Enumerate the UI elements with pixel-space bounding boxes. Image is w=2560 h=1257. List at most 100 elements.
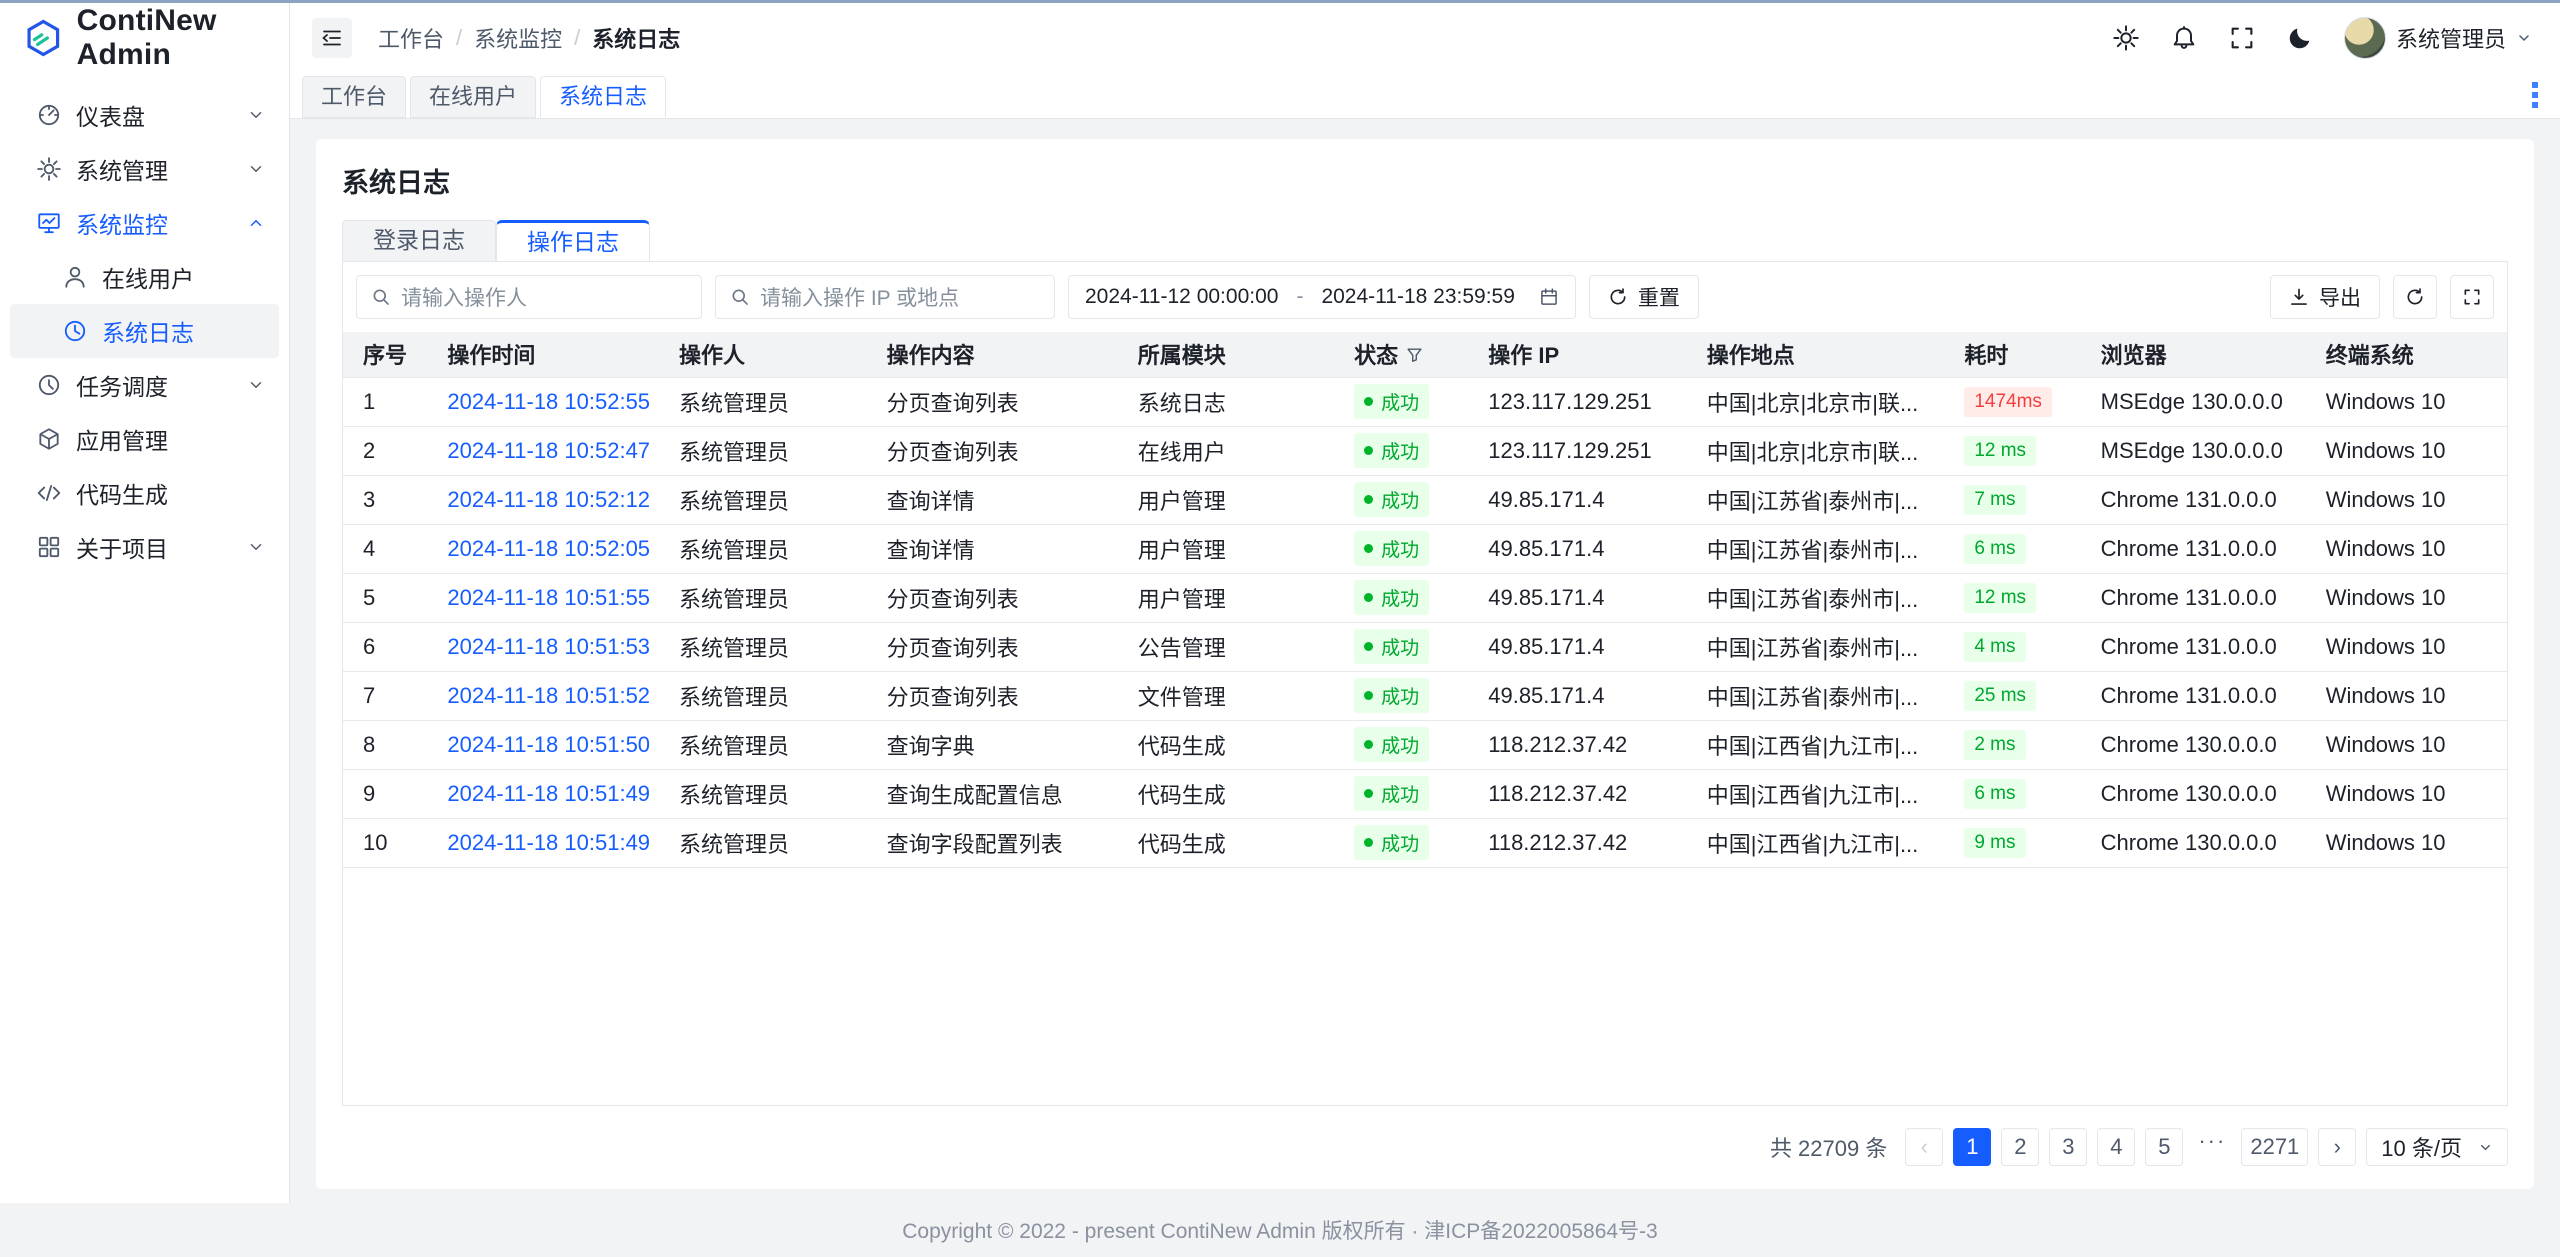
column-header: 操作地点 — [1687, 332, 1945, 377]
sidebar-item-label: 系统管理 — [76, 152, 168, 186]
user-avatar[interactable] — [2344, 17, 2386, 59]
nav-tab-system-log[interactable]: 系统日志 — [540, 76, 666, 118]
ip-search-input[interactable]: 请输入操作 IP 或地点 — [715, 275, 1055, 319]
sidebar-item-system-monitor[interactable]: 系统监控 — [10, 196, 279, 250]
cell-operation-time: 2024-11-18 10:52:12 — [427, 475, 659, 524]
table-row: 22024-11-18 10:52:47系统管理员分页查询列表在线用户成功123… — [343, 426, 2507, 475]
sidebar-item-about-project[interactable]: 关于项目 — [10, 520, 279, 574]
duration-badge: 7 ms — [1964, 485, 2025, 515]
cell-operation-ip: 118.212.37.42 — [1468, 769, 1687, 818]
cell-operation-location: 中国|江苏省|泰州市|... — [1687, 475, 1945, 524]
operation-time-link[interactable]: 2024-11-18 10:52:55 — [447, 389, 650, 414]
column-header: 耗时 — [1944, 332, 2080, 377]
chevron-down-icon — [247, 160, 265, 178]
chevron-down-icon — [2516, 30, 2532, 46]
operation-time-link[interactable]: 2024-11-18 10:51:49 — [447, 830, 650, 855]
page-size-select[interactable]: 10 条/页 — [2366, 1128, 2508, 1166]
operation-time-link[interactable]: 2024-11-18 10:51:49 — [447, 781, 650, 806]
pagination-page-button[interactable]: 2271 — [2241, 1128, 2308, 1166]
cell-operation-content: 查询详情 — [867, 524, 1118, 573]
pagination-prev-button[interactable]: ‹ — [1905, 1128, 1943, 1166]
pagination-next-button[interactable]: › — [2318, 1128, 2356, 1166]
notification-bell-icon[interactable] — [2170, 24, 2198, 52]
cell-duration: 1474ms — [1944, 377, 2080, 426]
tab-login-log[interactable]: 登录日志 — [342, 220, 496, 261]
sidebar-item-app-management[interactable]: 应用管理 — [10, 412, 279, 466]
nav-tab-workbench[interactable]: 工作台 — [302, 76, 406, 118]
dark-mode-moon-icon[interactable] — [2286, 24, 2314, 52]
operation-time-link[interactable]: 2024-11-18 10:52:12 — [447, 487, 650, 512]
cell-operator: 系统管理员 — [659, 671, 867, 720]
refresh-icon — [2405, 287, 2425, 307]
pagination-page-button[interactable]: 5 — [2145, 1128, 2183, 1166]
sidebar-item-online-users[interactable]: 在线用户 — [10, 250, 279, 304]
cell-operation-location: 中国|北京|北京市|联... — [1687, 377, 1945, 426]
cell-browser: Chrome 130.0.0.0 — [2081, 818, 2306, 867]
cell-operation-content: 查询详情 — [867, 475, 1118, 524]
cell-operation-content: 分页查询列表 — [867, 426, 1118, 475]
pagination-page-button[interactable]: 4 — [2097, 1128, 2135, 1166]
operator-search-input[interactable]: 请输入操作人 — [356, 275, 702, 319]
breadcrumb-item[interactable]: 系统监控 — [474, 22, 562, 54]
cell-operator: 系统管理员 — [659, 818, 867, 867]
sidebar-item-task-schedule[interactable]: 任务调度 — [10, 358, 279, 412]
cell-duration: 12 ms — [1944, 426, 2080, 475]
cell-operation-time: 2024-11-18 10:51:49 — [427, 769, 659, 818]
date-range-picker[interactable]: 2024-11-12 00:00:00 - 2024-11-18 23:59:5… — [1068, 275, 1576, 319]
tab-bar-more-icon[interactable] — [2532, 82, 2538, 108]
cell-operation-time: 2024-11-18 10:51:55 — [427, 573, 659, 622]
user-menu[interactable]: 系统管理员 — [2344, 17, 2532, 59]
operation-time-link[interactable]: 2024-11-18 10:52:05 — [447, 536, 650, 561]
cell-status: 成功 — [1334, 818, 1468, 867]
pagination-ellipsis[interactable]: ··· — [2193, 1128, 2231, 1166]
sidebar-menu: 仪表盘 系统管理 系统监控 在线用户 系统日志 — [0, 72, 289, 574]
cell-operation-time: 2024-11-18 10:51:52 — [427, 671, 659, 720]
cell-row-index: 6 — [343, 622, 427, 671]
sidebar-item-dashboard[interactable]: 仪表盘 — [10, 88, 279, 142]
nav-tab-online-users[interactable]: 在线用户 — [410, 76, 536, 118]
duration-badge: 1474ms — [1964, 387, 2052, 417]
status-badge: 成功 — [1354, 825, 1429, 860]
pagination-page-button[interactable]: 3 — [2049, 1128, 2087, 1166]
sidebar-item-system-log[interactable]: 系统日志 — [10, 304, 279, 358]
pagination-page-button[interactable]: 1 — [1953, 1128, 1991, 1166]
sidebar-item-label: 系统监控 — [76, 206, 168, 240]
cell-operation-time: 2024-11-18 10:51:53 — [427, 622, 659, 671]
status-dot-icon — [1364, 691, 1373, 700]
sidebar-item-label: 关于项目 — [76, 530, 168, 564]
operation-time-link[interactable]: 2024-11-18 10:51:53 — [447, 634, 650, 659]
breadcrumb-item[interactable]: 工作台 — [378, 22, 444, 54]
status-filter-icon[interactable] — [1406, 346, 1423, 363]
cell-os: Windows 10 — [2306, 573, 2507, 622]
cell-operation-ip: 118.212.37.42 — [1468, 720, 1687, 769]
operation-time-link[interactable]: 2024-11-18 10:51:50 — [447, 732, 650, 757]
status-dot-icon — [1364, 544, 1373, 553]
cell-operation-location: 中国|江苏省|泰州市|... — [1687, 524, 1945, 573]
cell-row-index: 9 — [343, 769, 427, 818]
logo-icon — [24, 16, 63, 60]
reset-button[interactable]: 重置 — [1589, 275, 1699, 319]
cell-operation-time: 2024-11-18 10:52:55 — [427, 377, 659, 426]
cell-operation-ip: 123.117.129.251 — [1468, 377, 1687, 426]
operation-time-link[interactable]: 2024-11-18 10:51:55 — [447, 585, 650, 610]
sidebar-item-system-management[interactable]: 系统管理 — [10, 142, 279, 196]
operation-time-link[interactable]: 2024-11-18 10:52:47 — [447, 438, 650, 463]
sidebar-item-code-generation[interactable]: 代码生成 — [10, 466, 279, 520]
tab-operation-log[interactable]: 操作日志 — [496, 220, 650, 261]
operation-time-link[interactable]: 2024-11-18 10:51:52 — [447, 683, 650, 708]
cell-operation-content: 分页查询列表 — [867, 573, 1118, 622]
settings-gear-icon[interactable] — [2112, 24, 2140, 52]
expand-table-button[interactable] — [2450, 275, 2494, 319]
duration-badge: 9 ms — [1964, 828, 2025, 858]
cell-operation-content: 查询字典 — [867, 720, 1118, 769]
breadcrumb: 工作台 / 系统监控 / 系统日志 — [378, 22, 680, 54]
cell-status: 成功 — [1334, 720, 1468, 769]
refresh-button[interactable] — [2393, 275, 2437, 319]
export-button[interactable]: 导出 — [2270, 275, 2380, 319]
fullscreen-icon[interactable] — [2228, 24, 2256, 52]
pagination-page-button[interactable]: 2 — [2001, 1128, 2039, 1166]
sidebar-collapse-button[interactable] — [312, 18, 352, 58]
cell-operation-time: 2024-11-18 10:52:47 — [427, 426, 659, 475]
apps-icon — [36, 426, 62, 452]
app-logo[interactable]: ContiNew Admin — [0, 3, 289, 72]
